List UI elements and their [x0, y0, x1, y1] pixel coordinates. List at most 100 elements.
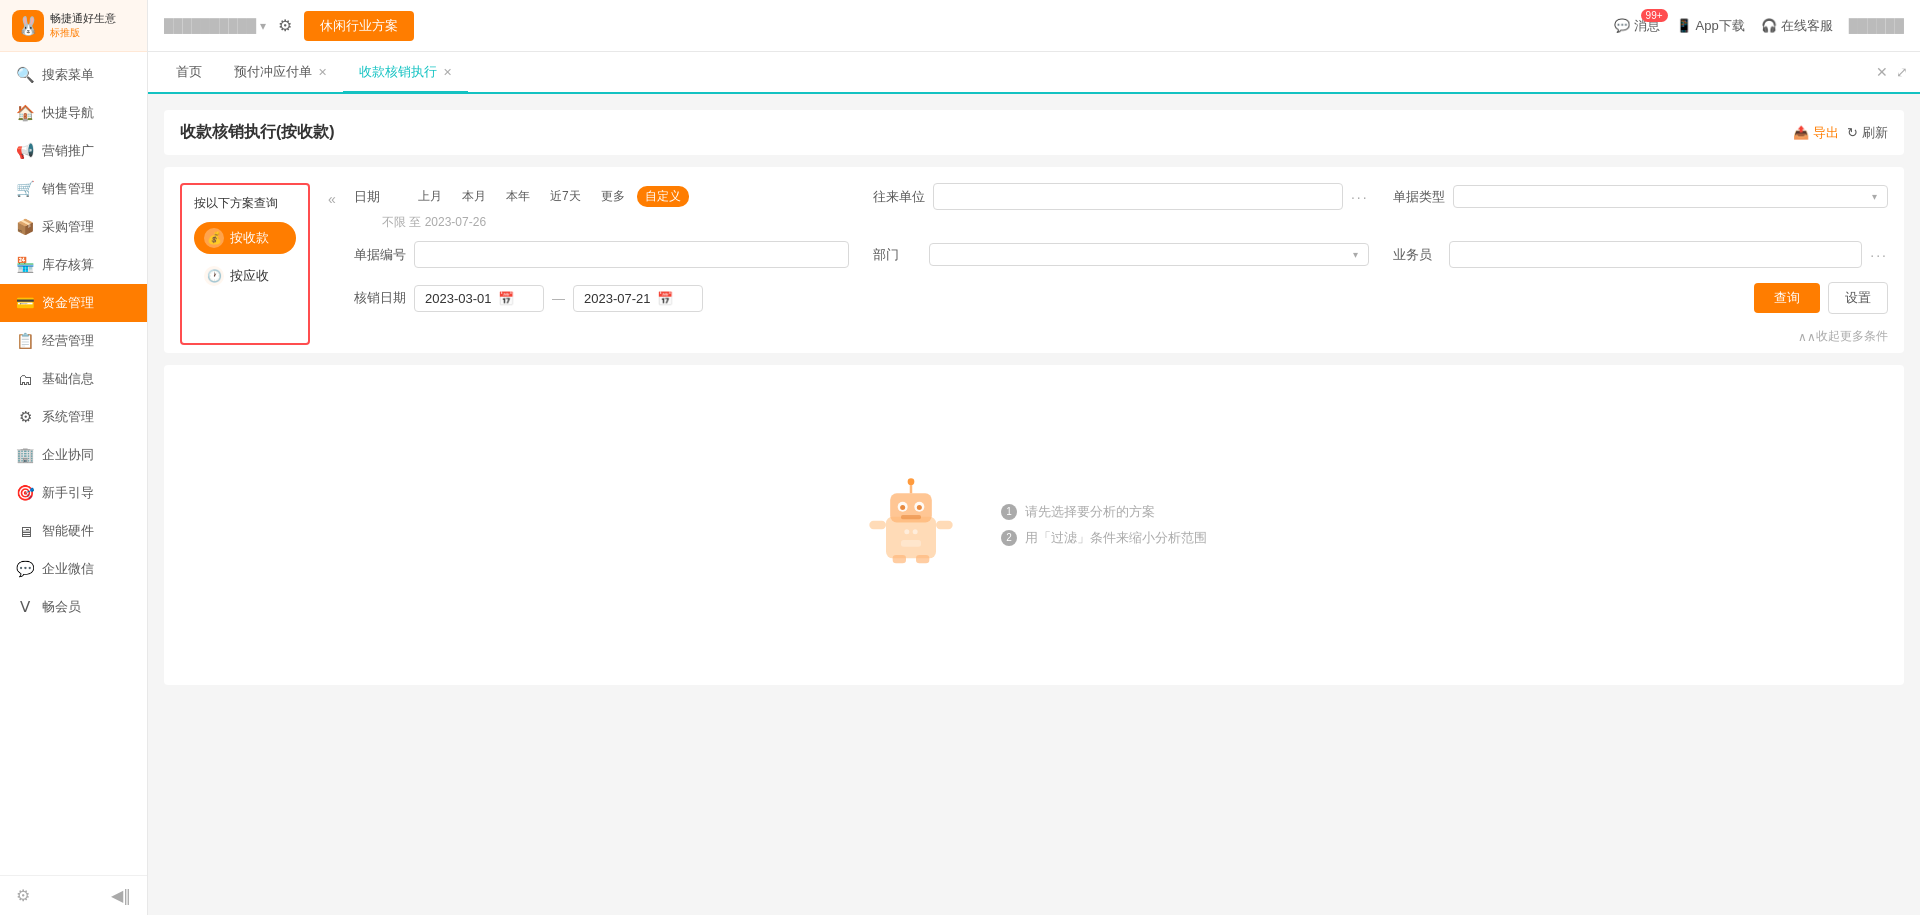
- sidebar-item-销售管理[interactable]: 🛒 销售管理: [0, 170, 147, 208]
- nav-label-14: 畅会员: [42, 598, 81, 616]
- sidebar-logo: 🐰 畅捷通好生意 标推版: [0, 0, 147, 52]
- date-btn-this-year[interactable]: 本年: [498, 186, 538, 207]
- collapse-more-label: 收起更多条件: [1816, 328, 1888, 345]
- date-dash: —: [552, 291, 565, 306]
- header-dropdown-icon[interactable]: ▾: [260, 19, 266, 33]
- sidebar-item-畅会员[interactable]: Ⅴ 畅会员: [0, 588, 147, 626]
- sidebar-item-采购管理[interactable]: 📦 采购管理: [0, 208, 147, 246]
- refresh-button[interactable]: ↻ 刷新: [1847, 124, 1888, 142]
- query-button[interactable]: 查询: [1754, 283, 1820, 313]
- nav-icon-6: 💳: [16, 294, 34, 312]
- svg-rect-15: [901, 540, 921, 547]
- header-gear-icon[interactable]: ⚙: [278, 16, 292, 35]
- date-btn-last-month[interactable]: 上月: [410, 186, 450, 207]
- filter-option-by-receipt[interactable]: 💰 按收款: [194, 222, 296, 254]
- header-right: 💬 消息 99+ 📱 App下载 🎧 在线客服 ██████: [1614, 17, 1904, 35]
- filter-row-3: 核销日期 2023-03-01 📅 — 2023-07-21 📅: [354, 282, 1888, 314]
- sidebar-item-快捷导航[interactable]: 🏠 快捷导航: [0, 94, 147, 132]
- solution-button[interactable]: 休闲行业方案: [304, 11, 414, 41]
- verify-date-end-value: 2023-07-21: [584, 291, 651, 306]
- filter-row-1: 日期 上月 本月 本年 近7天 更多 自定义 往来单位: [354, 183, 1888, 210]
- nav-icon-12: 🖥: [16, 522, 34, 540]
- tab-collect-close-icon[interactable]: ✕: [443, 66, 452, 79]
- filter-dept-field: 部门 ▾: [873, 243, 1368, 266]
- verify-date-end[interactable]: 2023-07-21 📅: [573, 285, 703, 312]
- page-title: 收款核销执行(按收款): [180, 122, 335, 143]
- filter-collapse-button[interactable]: «: [322, 183, 342, 345]
- verify-date-start-value: 2023-03-01: [425, 291, 492, 306]
- order-no-input-field[interactable]: [425, 247, 838, 262]
- filter-left-title: 按以下方案查询: [194, 195, 296, 212]
- date-custom-tag[interactable]: 自定义: [637, 186, 689, 207]
- sidebar-item-营销推广[interactable]: 📢 营销推广: [0, 132, 147, 170]
- header-service[interactable]: 🎧 在线客服: [1761, 17, 1833, 35]
- order-type-select[interactable]: ▾: [1453, 185, 1888, 208]
- calendar-end-icon[interactable]: 📅: [657, 291, 673, 306]
- tab-collect-label: 收款核销执行: [359, 63, 437, 81]
- sales-label: 业务员: [1393, 246, 1441, 264]
- nav-icon-9: ⚙: [16, 408, 34, 426]
- sidebar-item-企业微信[interactable]: 💬 企业微信: [0, 550, 147, 588]
- export-button[interactable]: 📤 导出: [1793, 124, 1839, 142]
- date-btn-more[interactable]: 更多: [593, 186, 633, 207]
- calendar-start-icon[interactable]: 📅: [498, 291, 514, 306]
- nav-label-11: 新手引导: [42, 484, 94, 502]
- empty-tips: 1 请先选择要分析的方案 2 用「过滤」条件来缩小分析范围: [1001, 499, 1207, 551]
- svg-rect-11: [893, 555, 906, 563]
- sidebar-item-库存核算[interactable]: 🏪 库存核算: [0, 246, 147, 284]
- tab-prepay-close-icon[interactable]: ✕: [318, 66, 327, 79]
- svg-rect-9: [869, 521, 886, 529]
- sidebar-item-基础信息[interactable]: 🗂 基础信息: [0, 360, 147, 398]
- partner-input-field[interactable]: [944, 189, 1332, 204]
- nav-icon-7: 📋: [16, 332, 34, 350]
- sidebar-nav: 🔍 搜索菜单 🏠 快捷导航 📢 营销推广 🛒 销售管理 📦 采购管理 🏪 库存核…: [0, 52, 147, 875]
- page-content: 收款核销执行(按收款) 📤 导出 ↻ 刷新 按以下方案查询 💰: [148, 94, 1920, 915]
- headset-icon: 🎧: [1761, 18, 1777, 33]
- header-app[interactable]: 📱 App下载: [1676, 17, 1745, 35]
- sidebar-item-经营管理[interactable]: 📋 经营管理: [0, 322, 147, 360]
- empty-state: 1 请先选择要分析的方案 2 用「过滤」条件来缩小分析范围: [164, 365, 1904, 685]
- date-btn-this-month[interactable]: 本月: [454, 186, 494, 207]
- settings-button[interactable]: 设置: [1828, 282, 1888, 314]
- nav-label-10: 企业协同: [42, 446, 94, 464]
- filter-option-by-receipt-label: 按收款: [230, 229, 269, 247]
- partner-more-icon[interactable]: ···: [1351, 189, 1369, 205]
- tab-expand-icon[interactable]: ⤢: [1896, 64, 1908, 80]
- sales-input[interactable]: [1449, 241, 1863, 268]
- date-group: 上月 本月 本年 近7天 更多 自定义: [410, 186, 849, 207]
- verify-date-start[interactable]: 2023-03-01 📅: [414, 285, 544, 312]
- date-btn-7days[interactable]: 近7天: [542, 186, 589, 207]
- order-no-input[interactable]: [414, 241, 849, 268]
- sidebar-item-智能硬件[interactable]: 🖥 智能硬件: [0, 512, 147, 550]
- filter-option-by-receivable-label: 按应收: [230, 267, 269, 285]
- nav-label-8: 基础信息: [42, 370, 94, 388]
- tab-home[interactable]: 首页: [160, 53, 218, 93]
- sidebar-item-企业协同[interactable]: 🏢 企业协同: [0, 436, 147, 474]
- empty-state-inner: 1 请先选择要分析的方案 2 用「过滤」条件来缩小分析范围: [861, 475, 1207, 575]
- collapse-more-button[interactable]: ∧∧ 收起更多条件: [354, 328, 1888, 345]
- settings-icon[interactable]: ⚙: [16, 886, 30, 905]
- tab-close-all-icon[interactable]: ✕: [1876, 64, 1888, 80]
- sales-input-field[interactable]: [1460, 247, 1852, 262]
- sidebar-item-搜索菜单[interactable]: 🔍 搜索菜单: [0, 56, 147, 94]
- filter-option-by-receivable[interactable]: 🕐 按应收: [194, 260, 296, 292]
- sidebar-item-新手引导[interactable]: 🎯 新手引导: [0, 474, 147, 512]
- nav-label-4: 采购管理: [42, 218, 94, 236]
- sales-more-icon[interactable]: ···: [1870, 247, 1888, 263]
- logo-text-group: 畅捷通好生意 标推版: [50, 11, 116, 39]
- dept-select[interactable]: ▾: [929, 243, 1368, 266]
- collapse-sidebar-icon[interactable]: ◀‖: [111, 886, 131, 905]
- receivable-icon: 🕐: [204, 266, 224, 286]
- refresh-label: 刷新: [1862, 124, 1888, 142]
- collapse-up-icon: ∧∧: [1798, 330, 1816, 344]
- sidebar-item-资金管理[interactable]: 💳 资金管理: [0, 284, 147, 322]
- svg-point-5: [917, 505, 922, 510]
- filter-sales-field: 业务员 ···: [1393, 241, 1888, 268]
- tab-collect[interactable]: 收款核销执行 ✕: [343, 53, 468, 93]
- partner-input[interactable]: [933, 183, 1343, 210]
- tab-prepay[interactable]: 预付冲应付单 ✕: [218, 53, 343, 93]
- sidebar-item-系统管理[interactable]: ⚙ 系统管理: [0, 398, 147, 436]
- phone-icon: 📱: [1676, 18, 1692, 33]
- header-msg[interactable]: 💬 消息 99+: [1614, 17, 1660, 35]
- header-user[interactable]: ██████: [1849, 18, 1904, 33]
